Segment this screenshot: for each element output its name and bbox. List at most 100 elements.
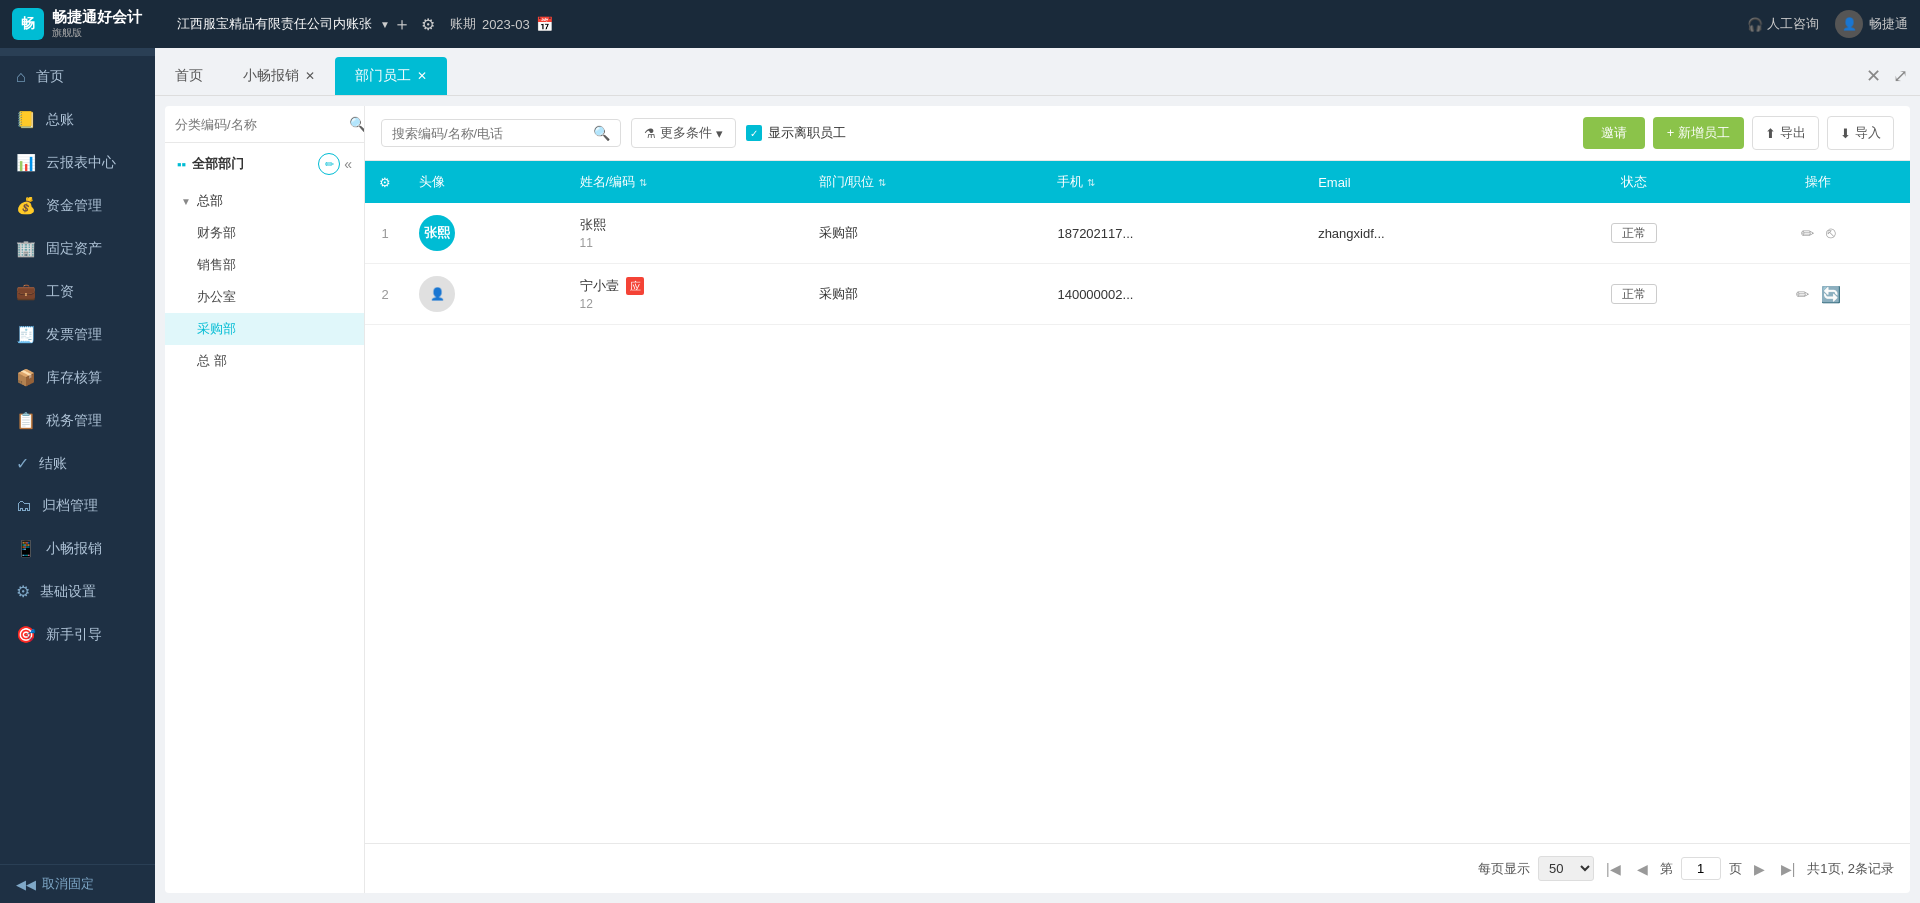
sidebar-item-invoice[interactable]: 🧾 发票管理 <box>0 313 155 356</box>
sidebar-item-ledger[interactable]: 📒 总账 <box>0 98 155 141</box>
sidebar-label-tax: 税务管理 <box>46 412 102 430</box>
tab-dept-employee[interactable]: 部门员工 ✕ <box>335 57 447 95</box>
last-page-button[interactable]: ▶| <box>1777 859 1800 879</box>
tab-xiaochang[interactable]: 小畅报销 ✕ <box>223 57 335 95</box>
sidebar-item-tax[interactable]: 📋 税务管理 <box>0 399 155 442</box>
tab-xiaochang-close[interactable]: ✕ <box>305 69 315 83</box>
dept-zongbu2-label: 总 部 <box>197 353 227 368</box>
sidebar-label-settings: 基础设置 <box>40 583 96 601</box>
grid-icon: ▪▪ <box>177 157 186 172</box>
delete-icon[interactable]: 🔄 <box>1821 285 1841 304</box>
tab-home-label: 首页 <box>175 67 203 85</box>
sidebar-item-home[interactable]: ⌂ 首页 <box>0 56 155 98</box>
sidebar-label-archive: 归档管理 <box>42 497 98 515</box>
tab-maximize-button[interactable]: ⤢ <box>1889 61 1912 91</box>
dept-item-zongbu[interactable]: ▼ 总部 <box>165 185 364 217</box>
sidebar-label-fixed-assets: 固定资产 <box>46 240 102 258</box>
sidebar-scroll-top <box>0 48 155 56</box>
app-logo-icon: 畅 <box>12 8 44 40</box>
row1-status: 正常 <box>1541 203 1727 264</box>
main-layout: ⌂ 首页 📒 总账 📊 云报表中心 💰 资金管理 🏢 固定资产 💼 工资 🧾 发… <box>0 48 1920 903</box>
sidebar-item-archive[interactable]: 🗂 归档管理 <box>0 485 155 527</box>
import-button[interactable]: ⬇ 导入 <box>1827 116 1894 150</box>
th-name-code[interactable]: 姓名/编码 ⇅ <box>566 161 805 203</box>
page-input[interactable] <box>1681 857 1721 880</box>
edit-icon[interactable]: ✏ <box>1796 285 1809 304</box>
sidebar-label-invoice: 发票管理 <box>46 326 102 344</box>
th-dept-position[interactable]: 部门/职位 ⇅ <box>805 161 1044 203</box>
row2-name: 宁小壹 应 <box>580 277 791 296</box>
logo-area: 畅 畅捷通好会计 旗舰版 <box>12 8 167 40</box>
sidebar-item-report[interactable]: 📊 云报表中心 <box>0 141 155 184</box>
pagination: 每页显示 50 10 20 100 |◀ ◀ 第 页 ▶ ▶| 共1页, 2条记… <box>365 843 1910 893</box>
dept-item-zongbu2[interactable]: 总 部 <box>165 345 364 377</box>
app-title-group: 畅捷通好会计 旗舰版 <box>52 8 142 40</box>
row2-status: 正常 <box>1541 264 1727 325</box>
dept-search-icon: 🔍 <box>349 116 365 132</box>
sidebar-item-fixed-assets[interactable]: 🏢 固定资产 <box>0 227 155 270</box>
tab-dept-close[interactable]: ✕ <box>417 69 427 83</box>
sidebar-label-inventory: 库存核算 <box>46 369 102 387</box>
sidebar-item-salary[interactable]: 💼 工资 <box>0 270 155 313</box>
sidebar-item-fund[interactable]: 💰 资金管理 <box>0 184 155 227</box>
dept-item-caiwu[interactable]: 财务部 <box>165 217 364 249</box>
sidebar-item-new-guide[interactable]: 🎯 新手引导 <box>0 613 155 656</box>
edit-icon[interactable]: ✏ <box>1801 224 1814 243</box>
invite-label: 邀请 <box>1601 125 1627 140</box>
page-content: 🔍 ▪▪ 全部部门 ✏ « ▼ 总部 <box>165 106 1910 893</box>
per-page-select[interactable]: 50 10 20 100 <box>1538 856 1594 881</box>
row2-phone: 140000002... <box>1043 264 1304 325</box>
sidebar-item-inventory[interactable]: 📦 库存核算 <box>0 356 155 399</box>
tab-close-all-button[interactable]: ✕ <box>1862 61 1885 91</box>
employee-search-input[interactable] <box>392 126 587 141</box>
sidebar-item-xiaochang[interactable]: 📱 小畅报销 <box>0 527 155 570</box>
user-avatar: 👤 <box>1835 10 1863 38</box>
th-settings[interactable]: ⚙ <box>365 161 405 203</box>
add-employee-button[interactable]: + 新增员工 <box>1653 117 1744 149</box>
add-tab-button[interactable]: ＋ <box>390 12 414 36</box>
cancel-pin-button[interactable]: ◀◀ 取消固定 <box>0 864 155 903</box>
prev-page-button[interactable]: ◀ <box>1633 859 1652 879</box>
dept-search-input[interactable] <box>175 117 343 132</box>
user-area[interactable]: 👤 畅捷通 <box>1835 10 1908 38</box>
row1-code: 11 <box>580 236 791 250</box>
company-name: 江西服宝精品有限责任公司内账张 <box>177 15 372 33</box>
employee-search-box: 🔍 <box>381 119 621 147</box>
support-button[interactable]: 🎧 人工咨询 <box>1747 15 1819 33</box>
row1-dept: 采购部 <box>805 203 1044 264</box>
toolbar-right: 邀请 + 新增员工 ⬆ 导出 ⬇ 导入 <box>1583 116 1894 150</box>
th-avatar: 头像 <box>405 161 566 203</box>
status-badge: 正常 <box>1611 223 1657 243</box>
next-page-button[interactable]: ▶ <box>1750 859 1769 879</box>
dept-edit-button[interactable]: ✏ <box>318 153 340 175</box>
logout-icon[interactable]: ⎋ <box>1826 224 1836 242</box>
tab-home[interactable]: 首页 <box>155 57 223 95</box>
dept-item-bangong[interactable]: 办公室 <box>165 281 364 313</box>
guide-icon: 🎯 <box>16 625 36 644</box>
calendar-icon[interactable]: 📅 <box>536 16 553 32</box>
row1-actions: ✏ ⎋ <box>1727 203 1910 264</box>
dept-item-xiaoshou[interactable]: 销售部 <box>165 249 364 281</box>
export-button[interactable]: ⬆ 导出 <box>1752 116 1819 150</box>
row1-phone: 187202117... <box>1043 203 1304 264</box>
dept-header-icons: ✏ « <box>318 153 352 175</box>
th-phone[interactable]: 手机 ⇅ <box>1043 161 1304 203</box>
row2-actions: ✏ 🔄 <box>1727 264 1910 325</box>
add-employee-label: + 新增员工 <box>1667 124 1730 142</box>
company-selector[interactable]: 江西服宝精品有限责任公司内账张 ▼ <box>177 15 390 33</box>
invite-button[interactable]: 邀请 <box>1583 117 1645 149</box>
dept-collapse-button[interactable]: « <box>344 156 352 172</box>
first-page-button[interactable]: |◀ <box>1602 859 1625 879</box>
table-row: 2 👤 宁小壹 <box>365 264 1910 325</box>
show-resigned-checkbox[interactable]: ✓ <box>746 125 762 141</box>
dept-item-caigou[interactable]: 采购部 <box>165 313 364 345</box>
archive-icon: 🗂 <box>16 497 32 515</box>
sort-name-icon: ⇅ <box>639 177 647 188</box>
row2-name-code: 宁小壹 应 12 <box>566 264 805 325</box>
period-area: 账期 2023-03 📅 <box>450 15 553 33</box>
header-settings-button[interactable]: ⚙ <box>414 10 442 38</box>
more-filter-button[interactable]: ⚗ 更多条件 ▾ <box>631 118 736 148</box>
sidebar-item-basic-settings[interactable]: ⚙ 基础设置 <box>0 570 155 613</box>
sidebar-item-checkout[interactable]: ✓ 结账 <box>0 442 155 485</box>
dept-header: ▪▪ 全部部门 ✏ « <box>165 143 364 181</box>
